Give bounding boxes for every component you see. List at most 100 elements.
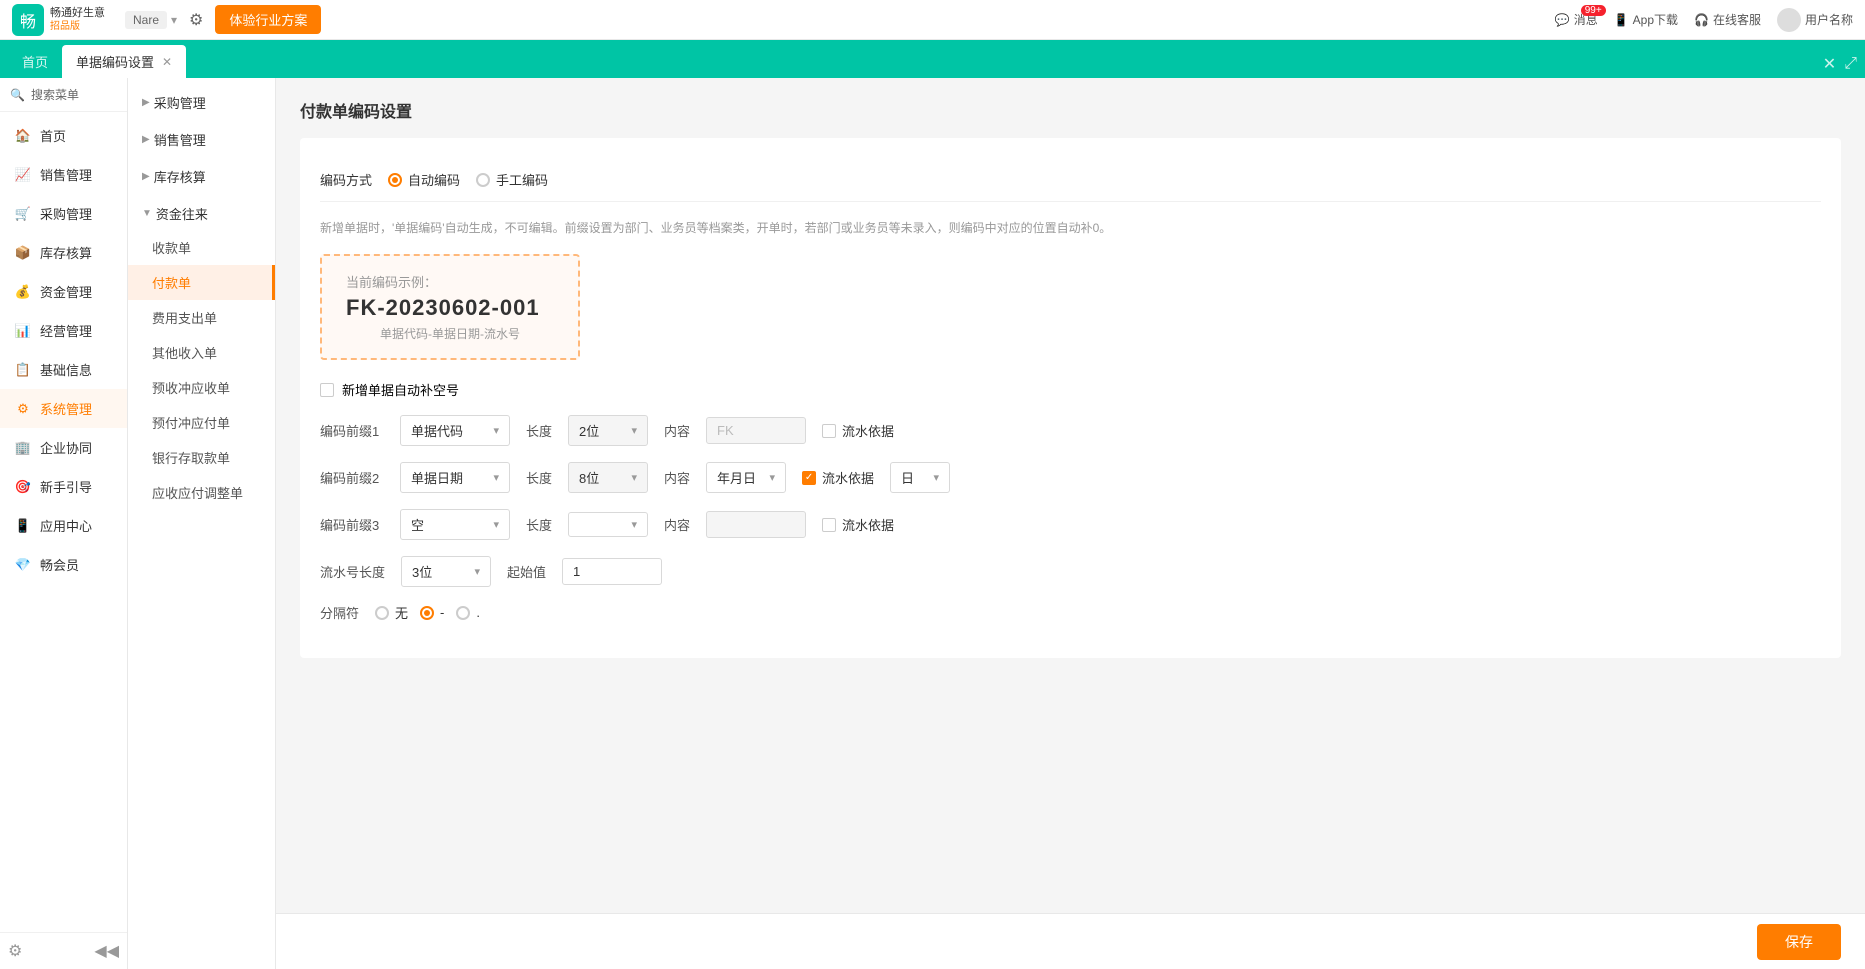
sep-dash-radio[interactable]: - bbox=[420, 605, 444, 620]
save-button[interactable]: 保存 bbox=[1757, 924, 1841, 960]
sidebar-item-basic[interactable]: 📋 基础信息 bbox=[0, 350, 127, 389]
tab-home[interactable]: 首页 bbox=[8, 45, 62, 78]
settings-icon[interactable]: ⚙ bbox=[185, 6, 207, 34]
prefix2-watermark-checkbox[interactable] bbox=[802, 471, 816, 485]
serial-len-select[interactable]: 3位 ▾ bbox=[401, 556, 491, 587]
auto-fill-checkbox[interactable] bbox=[320, 383, 334, 397]
sub-item-payment[interactable]: 付款单 bbox=[128, 265, 275, 300]
arrow-down-icon: ▼ bbox=[142, 208, 152, 219]
auto-encode-radio[interactable]: 自动编码 bbox=[388, 170, 460, 189]
sep-dot-radio[interactable]: . bbox=[456, 605, 480, 620]
prefix1-watermark: 流水依据 bbox=[822, 421, 894, 440]
sidebar-item-finance[interactable]: 💰 资金管理 bbox=[0, 272, 127, 311]
sub-group-sales-title[interactable]: ▶ 销售管理 bbox=[128, 123, 275, 156]
logo-text: 畅通好生意 招品版 bbox=[50, 6, 105, 33]
sidebar-item-company[interactable]: 🏢 企业协同 bbox=[0, 428, 127, 467]
preview-code: FK-20230602-001 bbox=[346, 295, 554, 321]
sub-item-other-income[interactable]: 其他收入单 bbox=[128, 335, 275, 370]
guide-icon: 🎯 bbox=[14, 478, 32, 496]
message-icon: 💬 bbox=[1555, 13, 1570, 27]
sidebar-item-purchase[interactable]: 🛒 采购管理 bbox=[0, 194, 127, 233]
sub-item-expense[interactable]: 费用支出单 bbox=[128, 300, 275, 335]
sidebar-item-operations[interactable]: 📊 经营管理 bbox=[0, 311, 127, 350]
auto-encode-circle bbox=[388, 173, 402, 187]
prefix2-period-select[interactable]: 日 ▾ bbox=[890, 462, 950, 493]
arrow-right-icon3: ▶ bbox=[142, 171, 150, 182]
sub-group-stock-title[interactable]: ▶ 库存核算 bbox=[128, 160, 275, 193]
basic-icon: 📋 bbox=[14, 361, 32, 379]
arrow-right-icon2: ▶ bbox=[142, 134, 150, 145]
service-button[interactable]: 🎧 在线客服 bbox=[1694, 11, 1761, 28]
preview-label: 当前编码示例： bbox=[346, 272, 554, 291]
prefix2-watermark: 流水依据 bbox=[802, 468, 874, 487]
collapse-icon[interactable]: ◀◀ bbox=[94, 941, 119, 961]
sub-group-sales: ▶ 销售管理 bbox=[128, 123, 275, 156]
start-value-input[interactable] bbox=[562, 558, 662, 585]
purchase-icon: 🛒 bbox=[14, 205, 32, 223]
operations-icon: 📊 bbox=[14, 322, 32, 340]
sidebar-item-sales[interactable]: 📈 销售管理 bbox=[0, 155, 127, 194]
sub-group-purchase-title[interactable]: ▶ 采购管理 bbox=[128, 86, 275, 119]
sub-item-bank-deposit[interactable]: 银行存取款单 bbox=[128, 440, 275, 475]
sidebar-nav: 🏠 首页 📈 销售管理 🛒 采购管理 📦 库存核算 💰 资金管理 📊 经 bbox=[0, 112, 127, 932]
company-dropdown[interactable]: ▾ bbox=[171, 13, 177, 27]
user-info[interactable]: 用户名称 bbox=[1777, 8, 1853, 32]
maximize-icon[interactable]: ⤢ bbox=[1844, 55, 1857, 73]
download-icon: 📱 bbox=[1614, 13, 1629, 27]
prefix2-len-select[interactable]: 8位 ▾ bbox=[568, 462, 648, 493]
preview-desc: 单据代码-单据日期-流水号 bbox=[346, 325, 554, 342]
tab-close-icon[interactable]: ✕ bbox=[162, 55, 172, 69]
bottom-bar: 保存 bbox=[276, 913, 1865, 969]
sub-item-prepay-receivable[interactable]: 预收冲应收单 bbox=[128, 370, 275, 405]
prefix3-len-label: 长度 bbox=[526, 515, 552, 534]
start-value-label: 起始值 bbox=[507, 562, 546, 581]
company-selector[interactable]: Nare bbox=[125, 11, 167, 29]
prefix1-row: 编码前缀1 单据代码 ▾ 长度 2位 ▾ 内容 流水依据 bbox=[320, 415, 1821, 446]
separator-row: 分隔符 无 - . bbox=[320, 603, 1821, 622]
sidebar-item-vip[interactable]: 💎 畅会员 bbox=[0, 545, 127, 584]
settings-bottom-icon[interactable]: ⚙ bbox=[8, 941, 22, 961]
prefix2-len-label: 长度 bbox=[526, 468, 552, 487]
prefix2-select[interactable]: 单据日期 ▾ bbox=[400, 462, 510, 493]
prefix1-len-arrow-icon: ▾ bbox=[631, 424, 637, 437]
serial-row: 流水号长度 3位 ▾ 起始值 bbox=[320, 556, 1821, 587]
sub-sidebar: ▶ 采购管理 ▶ 销售管理 ▶ 库存核算 ▼ 资金往来 收款单 付款单 费用支出… bbox=[128, 78, 276, 969]
prefix1-label: 编码前缀1 bbox=[320, 421, 384, 440]
prefix1-watermark-checkbox[interactable] bbox=[822, 424, 836, 438]
download-button[interactable]: 📱 App下载 bbox=[1614, 11, 1678, 28]
sep-none-radio[interactable]: 无 bbox=[375, 603, 408, 622]
prefix3-select[interactable]: 空 ▾ bbox=[400, 509, 510, 540]
sidebar-item-stock[interactable]: 📦 库存核算 bbox=[0, 233, 127, 272]
prefix1-content-label: 内容 bbox=[664, 421, 690, 440]
trial-button[interactable]: 体验行业方案 bbox=[215, 5, 321, 34]
sidebar-item-home[interactable]: 🏠 首页 bbox=[0, 116, 127, 155]
prefix2-content-select[interactable]: 年月日 ▾ bbox=[706, 462, 786, 493]
message-badge: 99+ bbox=[1581, 5, 1606, 16]
service-icon: 🎧 bbox=[1694, 13, 1709, 27]
message-button[interactable]: 💬 消息 99+ bbox=[1555, 11, 1598, 28]
prefix1-select[interactable]: 单据代码 ▾ bbox=[400, 415, 510, 446]
sub-item-ar-ap-adjust[interactable]: 应收应付调整单 bbox=[128, 475, 275, 510]
sub-item-prepay-payable[interactable]: 预付冲应付单 bbox=[128, 405, 275, 440]
tab-serial-setting[interactable]: 单据编码设置 ✕ bbox=[62, 45, 186, 78]
topbar-nav: Nare ▾ bbox=[125, 11, 177, 29]
sidebar-item-guide[interactable]: 🎯 新手引导 bbox=[0, 467, 127, 506]
prefix3-watermark-checkbox[interactable] bbox=[822, 518, 836, 532]
topbar: 畅 畅通好生意 招品版 Nare ▾ ⚙ 体验行业方案 💬 消息 99+ 📱 A… bbox=[0, 0, 1865, 40]
tabbar: 首页 单据编码设置 ✕ ✕ ⤢ bbox=[0, 40, 1865, 78]
prefix3-label: 编码前缀3 bbox=[320, 515, 384, 534]
sales-icon: 📈 bbox=[14, 166, 32, 184]
sub-item-receipt[interactable]: 收款单 bbox=[128, 230, 275, 265]
sidebar-item-system[interactable]: ⚙ 系统管理 bbox=[0, 389, 127, 428]
manual-encode-circle bbox=[476, 173, 490, 187]
close-window-icon[interactable]: ✕ bbox=[1823, 54, 1836, 74]
sidebar-item-apps[interactable]: 📱 应用中心 bbox=[0, 506, 127, 545]
vip-icon: 💎 bbox=[14, 556, 32, 574]
apps-icon: 📱 bbox=[14, 517, 32, 535]
sub-group-purchase: ▶ 采购管理 bbox=[128, 86, 275, 119]
prefix3-len-select[interactable]: ▾ bbox=[568, 512, 648, 537]
sub-group-finance-title[interactable]: ▼ 资金往来 bbox=[128, 197, 275, 230]
sidebar-search[interactable]: 🔍 搜索菜单 bbox=[0, 78, 127, 112]
manual-encode-radio[interactable]: 手工编码 bbox=[476, 170, 548, 189]
prefix1-len-select[interactable]: 2位 ▾ bbox=[568, 415, 648, 446]
